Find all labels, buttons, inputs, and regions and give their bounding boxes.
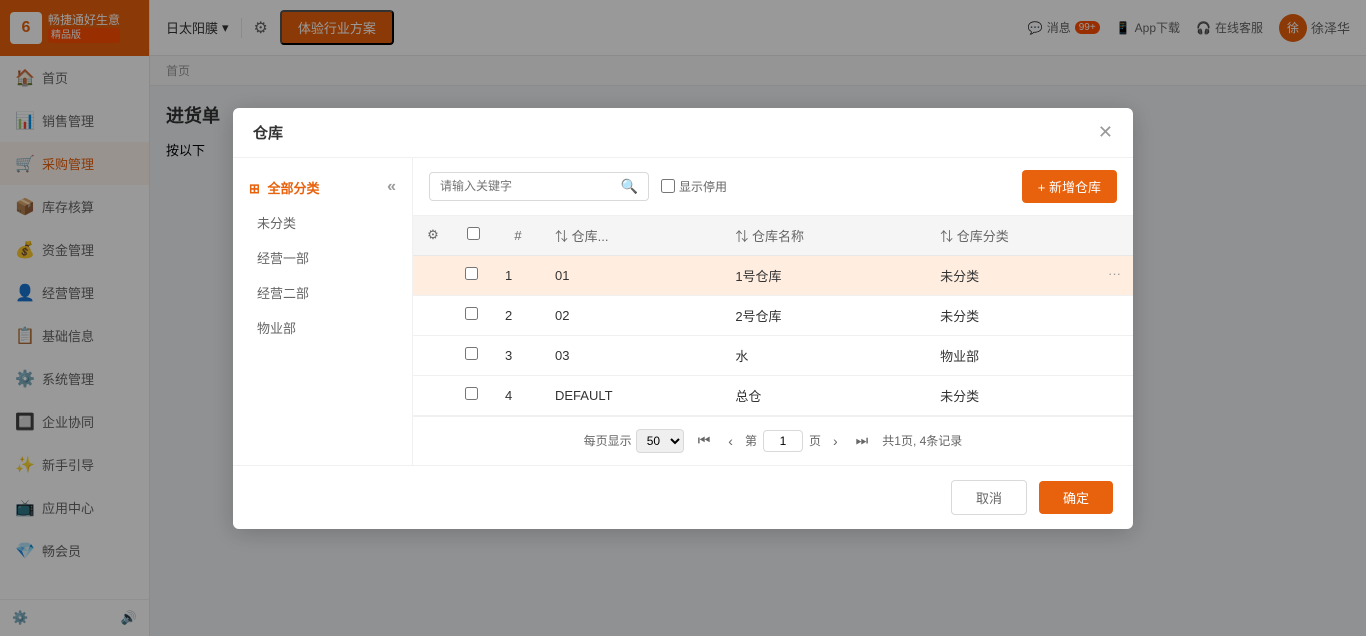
per-page-selector: 每页显示 50 [584,429,684,453]
table-row[interactable]: 4 DEFAULT 总仓 未分类 [413,375,1133,415]
prev-page-button[interactable]: ‹ [722,431,739,451]
select-all-checkbox[interactable] [467,227,480,240]
first-page-button[interactable]: ⏮ [692,430,717,451]
category-panel: ⊞ 全部分类 « 未分类 经营一部 经营二部 物业部 [233,158,413,465]
row-num: 4 [493,375,543,415]
warehouse-toolbar: 🔍 显示停用 + 新增仓库 [413,158,1133,216]
category-item-property[interactable]: 物业部 [233,310,412,345]
pagination: 每页显示 50 ⏮ ‹ 第 页 › ⏭ 共1页, 4条记录 [413,416,1133,465]
confirm-button[interactable]: 确定 [1039,481,1113,514]
row-check [453,375,493,415]
row-name: 2号仓库 [723,295,928,335]
table-row[interactable]: 1 01 1号仓库 未分类 ··· [413,255,1133,295]
row-num: 3 [493,335,543,375]
row-name: 1号仓库 [723,255,928,295]
modal-overlay: 仓库 ✕ ⊞ 全部分类 « 未分类 经营一部 经营二部 物业部 [0,0,1366,636]
row-checkbox-1[interactable] [465,267,478,280]
row-checkbox-2[interactable] [465,307,478,320]
sort-icon[interactable]: ⇅ [555,229,568,244]
row-checkbox-3[interactable] [465,347,478,360]
add-warehouse-button[interactable]: + 新增仓库 [1022,170,1117,203]
row-num: 1 [493,255,543,295]
all-category-label: 全部分类 [268,181,320,196]
more-icon[interactable]: ··· [1108,266,1121,281]
table-row[interactable]: 3 03 水 物业部 [413,335,1133,375]
row-code: 03 [543,335,723,375]
category-item-unclassified[interactable]: 未分类 [233,205,412,240]
row-check [453,295,493,335]
row-checkbox-4[interactable] [465,387,478,400]
row-gear [413,295,453,335]
col-settings: ⚙ [413,216,453,256]
row-category: 未分类 [928,375,1133,415]
grid-icon: ⊞ [249,181,260,196]
all-category-header[interactable]: ⊞ 全部分类 « [233,170,412,205]
col-category: ⇅ 仓库分类 [928,216,1133,256]
row-name: 水 [723,335,928,375]
row-code: DEFAULT [543,375,723,415]
dialog-title: 仓库 [253,122,283,143]
page-nav: ⏮ ‹ 第 页 › ⏭ [692,430,875,452]
row-check [453,255,493,295]
dialog-body: ⊞ 全部分类 « 未分类 经营一部 经营二部 物业部 🔍 [233,158,1133,465]
warehouse-table: ⚙ # ⇅ 仓库... ⇅ 仓库名称 [413,216,1133,416]
cancel-button[interactable]: 取消 [951,480,1027,515]
row-code: 02 [543,295,723,335]
col-num: # [493,216,543,256]
category-item-dept2[interactable]: 经营二部 [233,275,412,310]
row-category: 未分类 ··· [928,255,1133,295]
category-item-dept1[interactable]: 经营一部 [233,240,412,275]
row-name: 总仓 [723,375,928,415]
table-row[interactable]: 2 02 2号仓库 未分类 [413,295,1133,335]
row-num: 2 [493,295,543,335]
row-gear [413,335,453,375]
show-disabled-option: 显示停用 [661,178,727,195]
last-page-button[interactable]: ⏭ [850,430,875,451]
per-page-label: 每页显示 [584,432,632,449]
show-disabled-checkbox[interactable] [661,179,675,193]
row-category: 未分类 [928,295,1133,335]
page-label: 第 [745,432,757,449]
page-input[interactable] [763,430,803,452]
total-info: 共1页, 4条记录 [882,432,962,449]
page-suffix: 页 [809,432,821,449]
dialog-header: 仓库 ✕ [233,108,1133,158]
search-box: 🔍 [429,172,649,201]
warehouse-panel: 🔍 显示停用 + 新增仓库 ⚙ [413,158,1133,465]
search-input[interactable] [440,179,615,193]
next-page-button[interactable]: › [827,431,844,451]
dialog-footer: 取消 确定 [233,465,1133,529]
search-icon[interactable]: 🔍 [621,178,638,195]
warehouse-dialog: 仓库 ✕ ⊞ 全部分类 « 未分类 经营一部 经营二部 物业部 [233,108,1133,529]
per-page-select[interactable]: 50 [636,429,684,453]
close-icon[interactable]: ✕ [1098,122,1113,143]
col-name: ⇅ 仓库名称 [723,216,928,256]
row-code: 01 [543,255,723,295]
row-gear [413,255,453,295]
row-category: 物业部 [928,335,1133,375]
row-gear [413,375,453,415]
col-code: ⇅ 仓库... [543,216,723,256]
row-check [453,335,493,375]
sort-icon2[interactable]: ⇅ [735,229,748,244]
col-checkbox [453,216,493,256]
sort-icon3[interactable]: ⇅ [940,229,953,244]
collapse-icon[interactable]: « [387,178,396,196]
show-disabled-label: 显示停用 [679,178,727,195]
